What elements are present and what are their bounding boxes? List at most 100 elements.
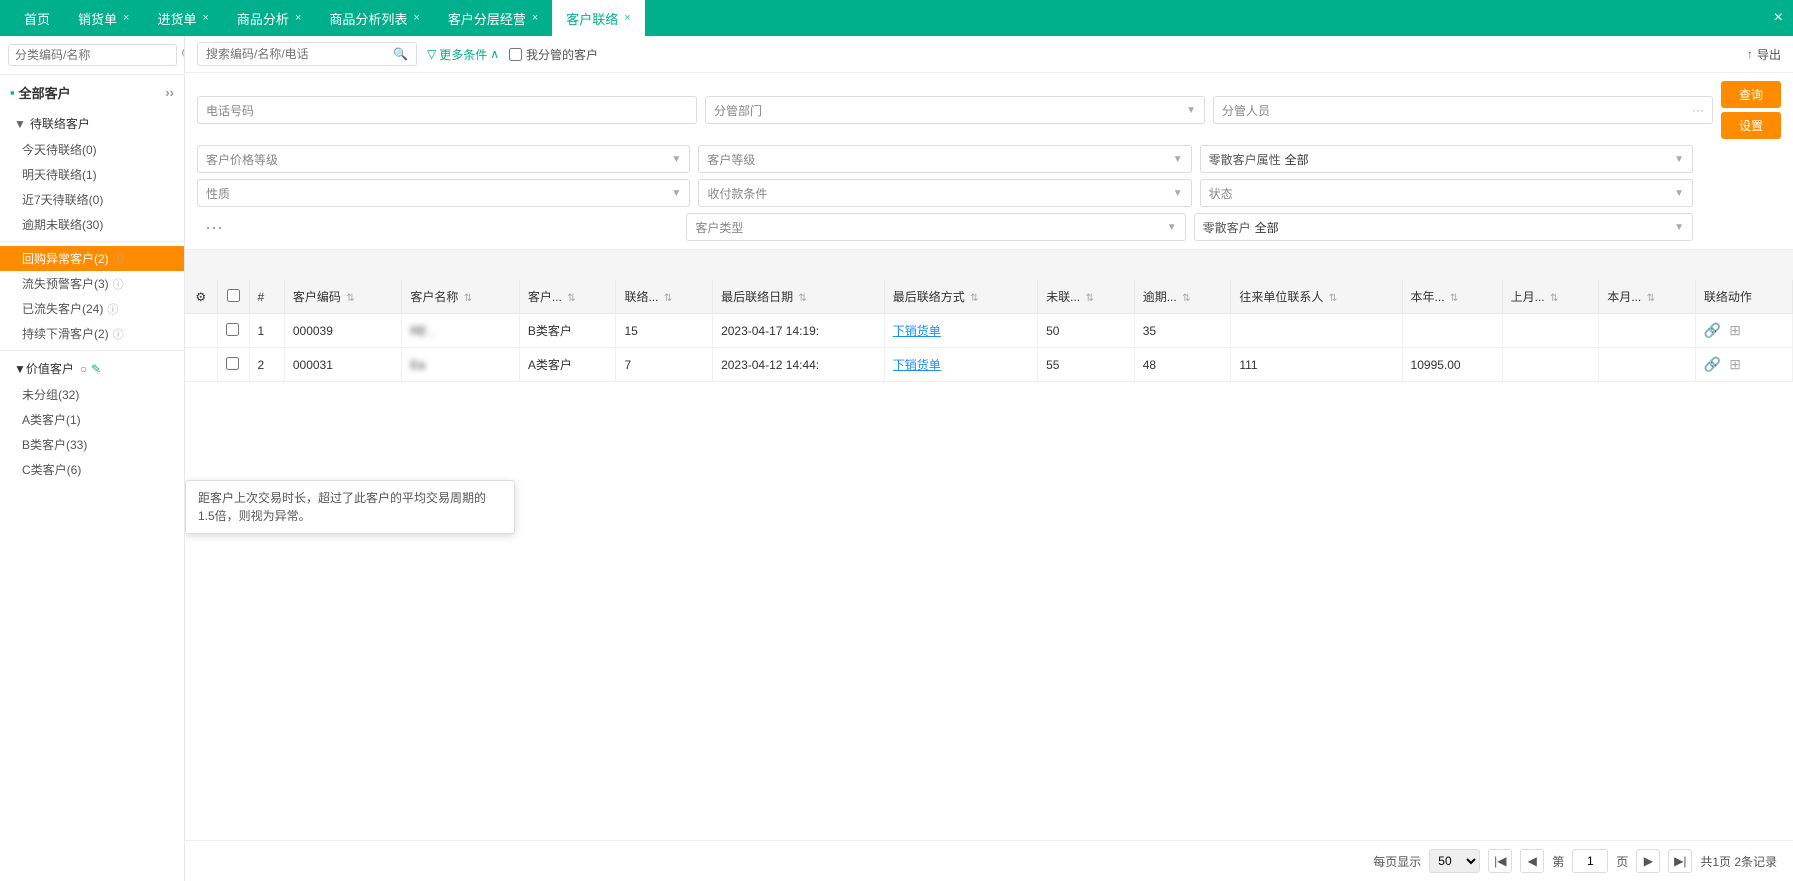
page-size-select[interactable]: 50 20 100 [1429, 849, 1480, 873]
manager-field[interactable]: 分管人员 ··· [1213, 96, 1713, 124]
col-code[interactable]: 客户编码 ⇅ [284, 280, 402, 314]
nav-close-analysis[interactable]: × [295, 12, 301, 24]
more-filters-btn[interactable]: ▽ 更多条件 ∧ [427, 46, 499, 63]
info-icon-lost[interactable]: ⓘ [107, 301, 118, 317]
gender-field[interactable]: 性质 ▼ [197, 179, 690, 207]
nav-sales-order[interactable]: 销货单 × [64, 0, 143, 36]
filter-actions: 查询 设置 [1721, 81, 1781, 139]
nav-close-analysis-list[interactable]: × [413, 12, 419, 24]
col-this-month[interactable]: 本月... ⇅ [1599, 280, 1696, 314]
zero-retail-field[interactable]: 零散客户属性 全部 ▼ [1200, 145, 1693, 173]
pending-tomorrow[interactable]: 明天待联络(1) [0, 162, 184, 187]
nav-product-analysis-list[interactable]: 商品分析列表 × [315, 0, 433, 36]
info-icon-loss[interactable]: ⓘ [113, 276, 124, 292]
lost-customers[interactable]: 已流失客户(24) ⓘ [0, 296, 184, 321]
last-page-btn[interactable]: ▶| [1668, 849, 1692, 873]
status-field[interactable]: 状态 ▼ [1200, 179, 1693, 207]
col-contacts[interactable]: 联络... ⇅ [616, 280, 713, 314]
customer-level-field[interactable]: 客户等级 ▼ [698, 145, 1191, 173]
sidebar-search-input[interactable] [8, 44, 177, 66]
prev-page-btn[interactable]: ◀ [1520, 849, 1544, 873]
class-b-customers[interactable]: B类客户(33) [0, 432, 184, 457]
col-name[interactable]: 客户名称 ⇅ [402, 280, 520, 314]
my-customers-checkbox-label[interactable]: 我分管的客户 [509, 46, 598, 63]
page-number-input[interactable] [1572, 849, 1608, 873]
nav-product-analysis[interactable]: 商品分析 × [223, 0, 315, 36]
row1-grid-icon[interactable]: ⊞ [1729, 322, 1741, 339]
info-icon-repurchase[interactable]: ⓘ [113, 251, 124, 267]
col-customer-type[interactable]: 客户... ⇅ [519, 280, 616, 314]
select-all-checkbox[interactable] [227, 289, 240, 302]
row1-select[interactable] [226, 323, 239, 336]
close-all-tabs[interactable]: × [1774, 9, 1783, 27]
col-this-year[interactable]: 本年... ⇅ [1402, 280, 1502, 314]
col-settings[interactable]: ⚙ [185, 280, 217, 314]
row2-this-year: 10995.00 [1402, 348, 1502, 382]
pending-today[interactable]: 今天待联络(0) [0, 137, 184, 162]
nav-customer-stratify[interactable]: 客户分层经营 × [434, 0, 552, 36]
row1-last-method: 下销货单 [884, 314, 1037, 348]
nav-close-sales[interactable]: × [123, 12, 129, 24]
col-last-month[interactable]: 上月... ⇅ [1502, 280, 1599, 314]
declining-customers[interactable]: 持续下滑客户(2) ⓘ [0, 321, 184, 346]
price-group-settings-icon[interactable]: ✎ [91, 362, 101, 376]
chevron-icon: ∧ [490, 47, 499, 61]
first-page-btn[interactable]: |◀ [1488, 849, 1512, 873]
price-group-title[interactable]: ▼ 价值客户 ○ ✎ [0, 355, 184, 382]
gender-arrow: ▼ [671, 188, 681, 199]
phone-field[interactable]: 电话号码 [197, 96, 697, 124]
pending-7days[interactable]: 近7天待联络(0) [0, 187, 184, 212]
pay-condition-field[interactable]: 收付款条件 ▼ [698, 179, 1191, 207]
row2-this-month [1599, 348, 1696, 382]
pending-overdue[interactable]: 逾期未联络(30) [0, 212, 184, 237]
search-icon[interactable]: 🔍 [393, 47, 408, 61]
row2-no: 2 [249, 348, 284, 382]
class-c-customers[interactable]: C类客户(6) [0, 457, 184, 482]
customer-type-field[interactable]: 客户类型 ▼ [686, 213, 1185, 241]
row1-type: B类客户 [519, 314, 616, 348]
filter-row-2: 客户价格等级 ▼ 客户等级 ▼ 零散客户属性 全部 ▼ [197, 145, 1781, 173]
unclassified-customers[interactable]: 未分组(32) [0, 382, 184, 407]
nav-home[interactable]: 首页 [10, 0, 64, 36]
loss-warning[interactable]: 流失预警客户(3) ⓘ [0, 271, 184, 296]
info-icon-decline[interactable]: ⓘ [113, 326, 124, 342]
settings-button[interactable]: 设置 [1721, 112, 1781, 139]
price-group-edit-icon[interactable]: ○ [80, 362, 87, 376]
sidebar-collapse-icon[interactable]: ›› [165, 85, 174, 100]
repurchase-abnormal[interactable]: 回购异常客户(2) ⓘ [0, 246, 184, 271]
col-overdue[interactable]: 逾期... ⇅ [1134, 280, 1231, 314]
department-field[interactable]: 分管部门 ▼ [705, 96, 1205, 124]
nav-close-contact[interactable]: × [624, 12, 630, 24]
col-last-contact-method[interactable]: 最后联络方式 ⇅ [884, 280, 1037, 314]
nav-purchase-order[interactable]: 进货单 × [143, 0, 222, 36]
table-wrapper[interactable]: ⚙ # 客户编码 ⇅ 客户名称 ⇅ [185, 280, 1793, 828]
row2-select[interactable] [226, 357, 239, 370]
unit-sort-icon: ⇅ [1329, 293, 1337, 304]
next-page-btn[interactable]: ▶ [1636, 849, 1660, 873]
class-a-customers[interactable]: A类客户(1) [0, 407, 184, 432]
col-uncontacted[interactable]: 未联... ⇅ [1038, 280, 1135, 314]
col-last-contact-date[interactable]: 最后联络日期 ⇅ [713, 280, 885, 314]
pending-group: ▼ 待联络客户 今天待联络(0) 明天待联络(1) 近7天待联络(0) 逾期未联… [0, 110, 184, 237]
zero-customer-field[interactable]: 零散客户 全部 ▼ [1194, 213, 1693, 241]
filter-row-4: ··· 客户类型 ▼ 零散客户 全部 ▼ [197, 213, 1781, 241]
row2-link-icon[interactable]: 🔗 [1704, 356, 1721, 373]
export-btn[interactable]: ↑ 导出 [1747, 46, 1781, 63]
horizontal-scrollbar[interactable] [185, 828, 1793, 840]
all-customers-title[interactable]: ▪ 全部客户 ›› [0, 75, 184, 110]
row1-link-icon[interactable]: 🔗 [1704, 322, 1721, 339]
nav-customer-contact[interactable]: 客户联络 × [552, 0, 644, 36]
nav-close-stratify[interactable]: × [532, 12, 538, 24]
lastmonth-sort-icon: ⇅ [1550, 293, 1558, 304]
price-level-field[interactable]: 客户价格等级 ▼ [197, 145, 690, 173]
pending-group-title[interactable]: ▼ 待联络客户 [0, 110, 184, 137]
my-customers-checkbox[interactable] [509, 48, 522, 61]
nav-close-purchase[interactable]: × [202, 12, 208, 24]
col-unit-contacts[interactable]: 往来单位联系人 ⇅ [1231, 280, 1402, 314]
sidebar-search-area: 🔍 [0, 36, 184, 75]
query-button[interactable]: 查询 [1721, 81, 1781, 108]
sidebar-tree: ▼ 待联络客户 今天待联络(0) 明天待联络(1) 近7天待联络(0) 逾期未联… [0, 110, 184, 881]
row2-grid-icon[interactable]: ⊞ [1729, 356, 1741, 373]
search-input[interactable] [206, 47, 393, 61]
sidebar: 🔍 ▪ 全部客户 ›› ▼ 待联络客户 今天待联络(0) 明天待联络(1) 近7… [0, 36, 185, 881]
